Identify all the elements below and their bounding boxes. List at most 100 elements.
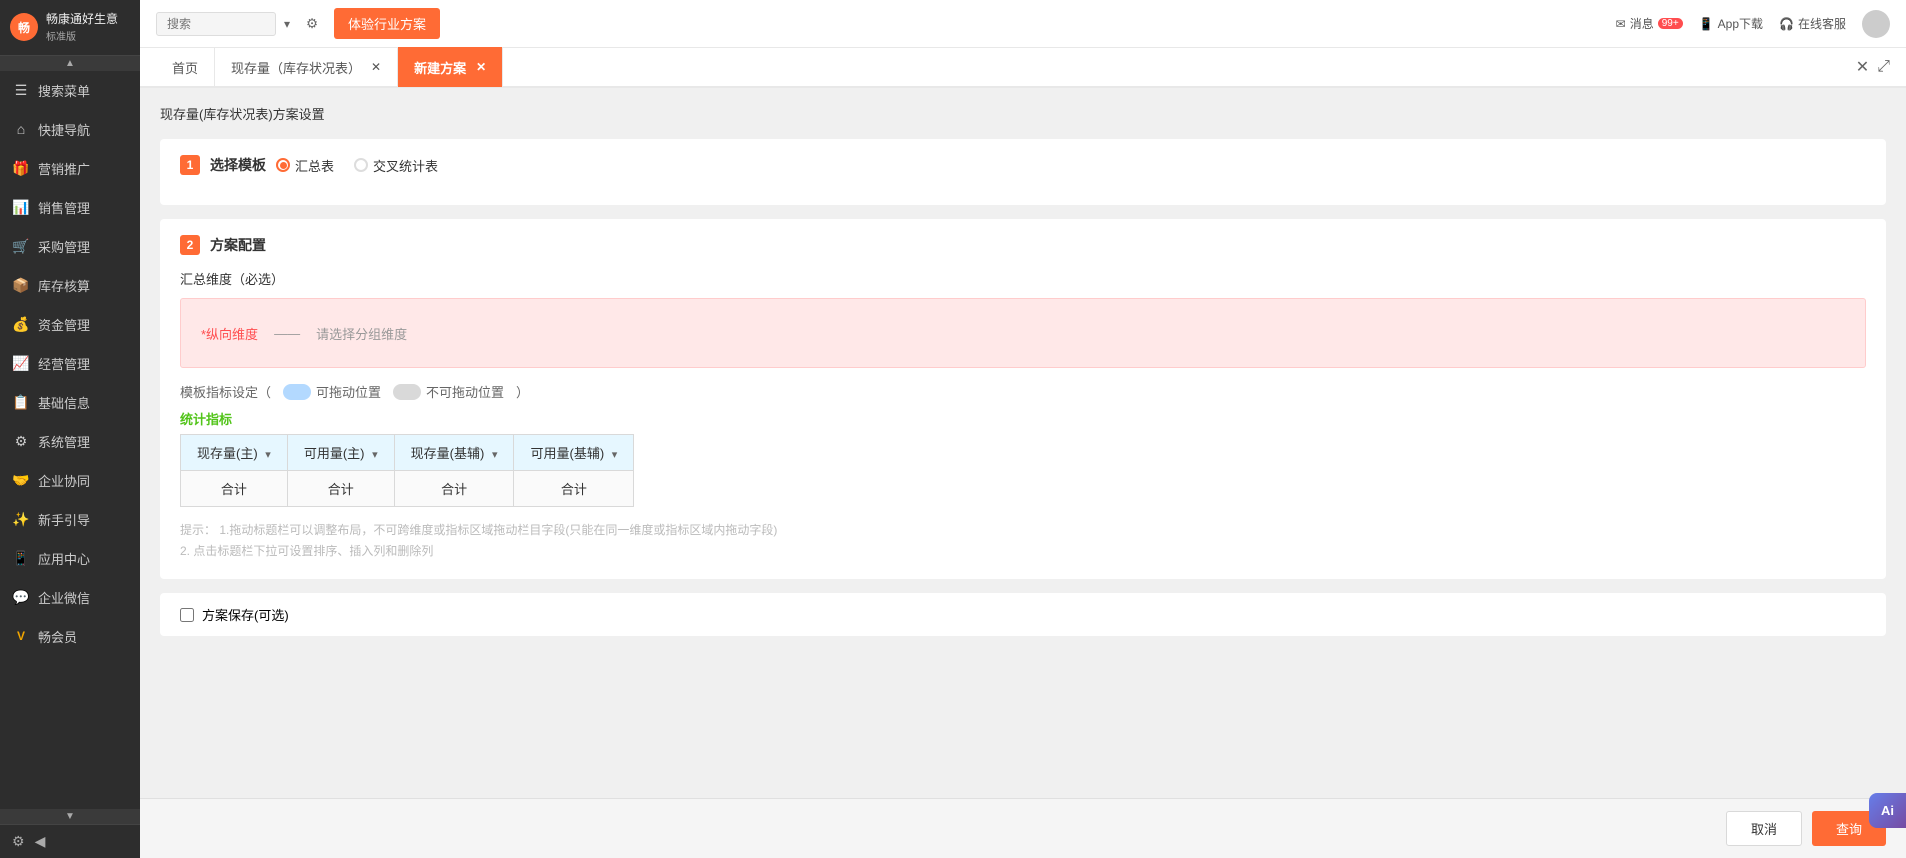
- stats-col-header-3[interactable]: 可用量(基辅) ▾: [514, 435, 634, 471]
- radio-summary-dot: [276, 158, 290, 172]
- page-title: 现存量(库存状况表)方案设置: [160, 104, 1886, 123]
- wechat-icon: 💬: [12, 588, 30, 606]
- sidebar-scroll-up[interactable]: ▲: [0, 56, 140, 71]
- dimension-separator: ——: [274, 326, 300, 341]
- tabs-bar: 首页 现存量（库存状况表） ✕ 新建方案 ✕ ✕ ⤢: [140, 48, 1906, 88]
- message-icon: ✉: [1616, 17, 1626, 31]
- sidebar-item-label: 采购管理: [38, 237, 90, 256]
- inventory-icon: 📦: [12, 276, 30, 294]
- settings-footer-icon[interactable]: ⚙: [12, 833, 25, 850]
- col-name-3: 可用量(基辅): [530, 446, 604, 461]
- sidebar-item-system[interactable]: ⚙ 系统管理: [0, 422, 140, 461]
- sidebar-item-new-guide[interactable]: ✨ 新手引导: [0, 500, 140, 539]
- search-menu-icon: ☰: [12, 81, 30, 99]
- section1-num: 1: [180, 155, 200, 175]
- template-indicator-label: 模板指标设定（: [180, 382, 271, 401]
- radio-summary-label: 汇总表: [295, 156, 334, 175]
- tip-2: 2. 点击标题栏下拉可设置排序、插入列和删除列: [180, 542, 1866, 559]
- radio-cross-table[interactable]: 交叉统计表: [354, 156, 438, 175]
- sidebar-scroll-down[interactable]: ▼: [0, 809, 140, 824]
- cooperation-icon: 🤝: [12, 471, 30, 489]
- sidebar-item-purchase[interactable]: 🛒 采购管理: [0, 227, 140, 266]
- app-center-icon: 📱: [12, 549, 30, 567]
- message-button[interactable]: ✉ 消息 99+: [1616, 15, 1683, 32]
- col-dropdown-2[interactable]: ▾: [492, 449, 498, 461]
- topbar-search-input[interactable]: [156, 12, 276, 36]
- sidebar-item-label: 库存核算: [38, 276, 90, 295]
- stats-cell-3: 合计: [514, 471, 634, 507]
- dimension-placeholder: 请选择分组维度: [316, 324, 407, 343]
- member-icon: V: [12, 627, 30, 645]
- sidebar-item-label: 搜索菜单: [38, 81, 90, 100]
- sidebar-item-app-center[interactable]: 📱 应用中心: [0, 539, 140, 578]
- tab-close-button[interactable]: ✕: [1856, 57, 1869, 77]
- sidebar-item-inventory[interactable]: 📦 库存核算: [0, 266, 140, 305]
- section1-header: 1 选择模板 汇总表 交叉统计表: [180, 155, 1866, 175]
- col-dropdown-3[interactable]: ▾: [612, 449, 618, 461]
- col-dropdown-1[interactable]: ▾: [372, 449, 378, 461]
- radio-cross-dot: [354, 158, 368, 172]
- sidebar-item-label: 经营管理: [38, 354, 90, 373]
- collapse-icon[interactable]: ◀: [35, 833, 46, 850]
- dimension-area[interactable]: *纵向维度 —— 请选择分组维度: [180, 298, 1866, 368]
- col-name-1: 可用量(主): [304, 446, 365, 461]
- tabs-right-controls: ✕ ⤢: [1856, 57, 1890, 77]
- section2-num: 2: [180, 235, 200, 255]
- section1-title: 选择模板: [210, 155, 266, 175]
- cancel-button[interactable]: 取消: [1726, 811, 1802, 846]
- user-avatar[interactable]: [1862, 10, 1890, 38]
- stats-cell-0: 合计: [181, 471, 288, 507]
- app-logo-text: 畅康通好生意 标准版: [46, 12, 118, 43]
- online-service-button[interactable]: 🎧 在线客服: [1779, 15, 1846, 32]
- indicator-non-draggable: 不可拖动位置: [393, 382, 504, 401]
- topbar-right: ✉ 消息 99+ 📱 App下载 🎧 在线客服: [1616, 10, 1890, 38]
- operations-icon: 📈: [12, 354, 30, 372]
- tab-home-label: 首页: [172, 58, 198, 77]
- trial-industry-button[interactable]: 体验行业方案: [334, 8, 440, 39]
- tab-new-scheme[interactable]: 新建方案 ✕: [398, 47, 503, 87]
- template-indicator-close: ）: [516, 382, 529, 401]
- stats-table-data-row: 合计 合计 合计 合计: [181, 471, 634, 507]
- tab-inventory-status-close[interactable]: ✕: [371, 60, 381, 74]
- app-download-button[interactable]: 📱 App下载: [1699, 15, 1763, 32]
- sidebar-logo: 畅 畅康通好生意 标准版: [0, 0, 140, 56]
- sidebar-item-basic-info[interactable]: 📋 基础信息: [0, 383, 140, 422]
- sidebar-item-label: 基础信息: [38, 393, 90, 412]
- sidebar-item-cooperation[interactable]: 🤝 企业协同: [0, 461, 140, 500]
- sidebar-item-quick-nav[interactable]: ⌂ 快捷导航: [0, 110, 140, 149]
- finance-icon: 💰: [12, 315, 30, 333]
- stats-col-header-2[interactable]: 现存量(基辅) ▾: [394, 435, 514, 471]
- col-name-2: 现存量(基辅): [411, 446, 485, 461]
- sidebar-item-operations[interactable]: 📈 经营管理: [0, 344, 140, 383]
- stats-col-header-0[interactable]: 现存量(主) ▾: [181, 435, 288, 471]
- topbar-settings-button[interactable]: ⚙: [298, 10, 326, 38]
- basic-info-icon: 📋: [12, 393, 30, 411]
- section-scheme-config: 2 方案配置 汇总维度（必选） *纵向维度 —— 请选择分组维度 模板指标设定（…: [160, 219, 1886, 579]
- sidebar-item-finance[interactable]: 💰 资金管理: [0, 305, 140, 344]
- stats-cell-2: 合计: [394, 471, 514, 507]
- sidebar-item-search-menu[interactable]: ☰ 搜索菜单: [0, 71, 140, 110]
- headset-icon: 🎧: [1779, 17, 1794, 31]
- topbar-dropdown-button[interactable]: ▾: [284, 17, 290, 31]
- ai-float-button[interactable]: Ai: [1869, 793, 1906, 828]
- sidebar-item-label: 畅会员: [38, 627, 77, 646]
- sidebar-item-wechat[interactable]: 💬 企业微信: [0, 578, 140, 617]
- content-area: 现存量(库存状况表)方案设置 1 选择模板 汇总表 交叉统计表: [140, 88, 1906, 798]
- tab-new-scheme-close[interactable]: ✕: [476, 60, 486, 74]
- stats-table-header-row: 现存量(主) ▾ 可用量(主) ▾ 现存量(基辅) ▾ 可用量(基辅): [181, 435, 634, 471]
- tab-expand-button[interactable]: ⤢: [1877, 58, 1890, 76]
- radio-cross-label: 交叉统计表: [373, 156, 438, 175]
- sidebar-item-member[interactable]: V 畅会员: [0, 617, 140, 656]
- sidebar-item-marketing[interactable]: 🎁 营销推广: [0, 149, 140, 188]
- tab-home[interactable]: 首页: [156, 47, 215, 87]
- radio-summary-table[interactable]: 汇总表: [276, 156, 334, 175]
- sidebar-item-label: 营销推广: [38, 159, 90, 178]
- save-area: 方案保存(可选): [160, 593, 1886, 636]
- tab-inventory-status[interactable]: 现存量（库存状况表） ✕: [215, 47, 398, 87]
- sales-icon: 📊: [12, 198, 30, 216]
- stats-label: 统计指标: [180, 409, 1866, 428]
- stats-col-header-1[interactable]: 可用量(主) ▾: [287, 435, 394, 471]
- save-checkbox[interactable]: [180, 608, 194, 622]
- sidebar-item-sales[interactable]: 📊 销售管理: [0, 188, 140, 227]
- col-dropdown-0[interactable]: ▾: [265, 449, 271, 461]
